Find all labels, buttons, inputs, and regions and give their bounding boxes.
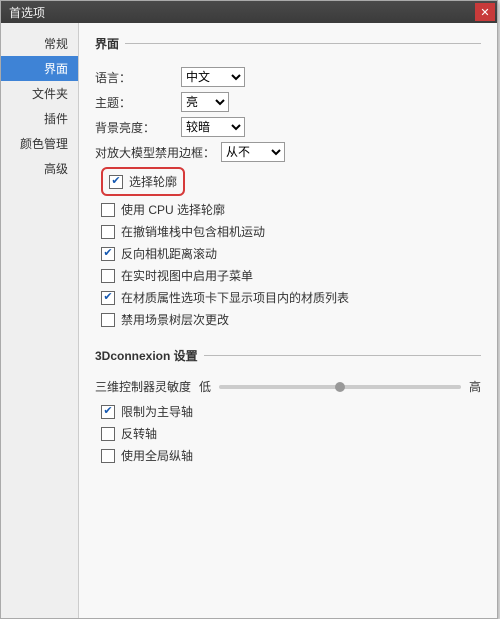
checkbox-label: 使用 CPU 选择轮廓 [121,201,225,218]
sidebar-item-general[interactable]: 常规 [1,31,78,56]
close-button[interactable]: ✕ [475,3,495,21]
connexion-group: 3Dconnexion 设置 三维控制器灵敏度 低 高 限制为主导轴 反转轴 [95,347,481,469]
slider-high: 高 [469,378,481,395]
checkbox-disable-tree[interactable] [101,313,115,327]
preferences-window: 首选项 ✕ 常规 界面 文件夹 插件 颜色管理 高级 界面 语言： 中文 主题：… [0,0,498,619]
theme-label: 主题： [95,94,175,111]
sidebar-item-plugins[interactable]: 插件 [1,106,78,131]
checkbox-label: 限制为主导轴 [121,403,193,420]
slider-thumb[interactable] [335,382,345,392]
checkbox-label: 反向相机距离滚动 [121,245,217,262]
sidebar: 常规 界面 文件夹 插件 颜色管理 高级 [1,23,79,618]
bgbright-label: 背景亮度： [95,119,175,136]
interface-legend: 界面 [95,35,125,52]
checkbox-label: 使用全局纵轴 [121,447,193,464]
slider-label: 三维控制器灵敏度 [95,378,191,395]
slider-low: 低 [199,378,211,395]
language-select[interactable]: 中文 [181,67,245,87]
checkbox-label: 在实时视图中启用子菜单 [121,267,253,284]
sidebar-item-folders[interactable]: 文件夹 [1,81,78,106]
checkbox-label: 选择轮廓 [129,173,177,190]
theme-select[interactable]: 亮 [181,92,229,112]
checkbox-submenu[interactable] [101,269,115,283]
checkbox-material-list[interactable] [101,291,115,305]
sidebar-item-interface[interactable]: 界面 [1,56,78,81]
checkbox-reverse-scroll[interactable] [101,247,115,261]
checkbox-label: 在材质属性选项卡下显示项目内的材质列表 [121,289,349,306]
sidebar-item-color[interactable]: 颜色管理 [1,131,78,156]
checkbox-label: 反转轴 [121,425,157,442]
checkbox-cpu-outline[interactable] [101,203,115,217]
main-panel: 界面 语言： 中文 主题： 亮 背景亮度： 较暗 对放大模型禁用边框： 从不 [79,23,497,618]
bgbright-select[interactable]: 较暗 [181,117,245,137]
window-title: 首选项 [9,4,45,21]
checkbox-reverse-axis[interactable] [101,427,115,441]
titlebar: 首选项 ✕ [1,1,497,23]
close-icon: ✕ [480,6,489,19]
checkbox-global-axis[interactable] [101,449,115,463]
highlight-box: 选择轮廓 [101,167,185,196]
checkbox-dominant-axis[interactable] [101,405,115,419]
bbox-select[interactable]: 从不 [221,142,285,162]
bbox-label: 对放大模型禁用边框： [95,144,215,161]
interface-group: 界面 语言： 中文 主题： 亮 背景亮度： 较暗 对放大模型禁用边框： 从不 [95,35,481,333]
checkbox-undo-camera[interactable] [101,225,115,239]
language-label: 语言： [95,69,175,86]
sidebar-item-advanced[interactable]: 高级 [1,156,78,181]
checkbox-label: 禁用场景树层次更改 [121,311,229,328]
connexion-legend: 3Dconnexion 设置 [95,347,204,364]
checkbox-label: 在撤销堆栈中包含相机运动 [121,223,265,240]
sensitivity-slider[interactable] [219,385,461,389]
checkbox-selection-outline[interactable] [109,175,123,189]
